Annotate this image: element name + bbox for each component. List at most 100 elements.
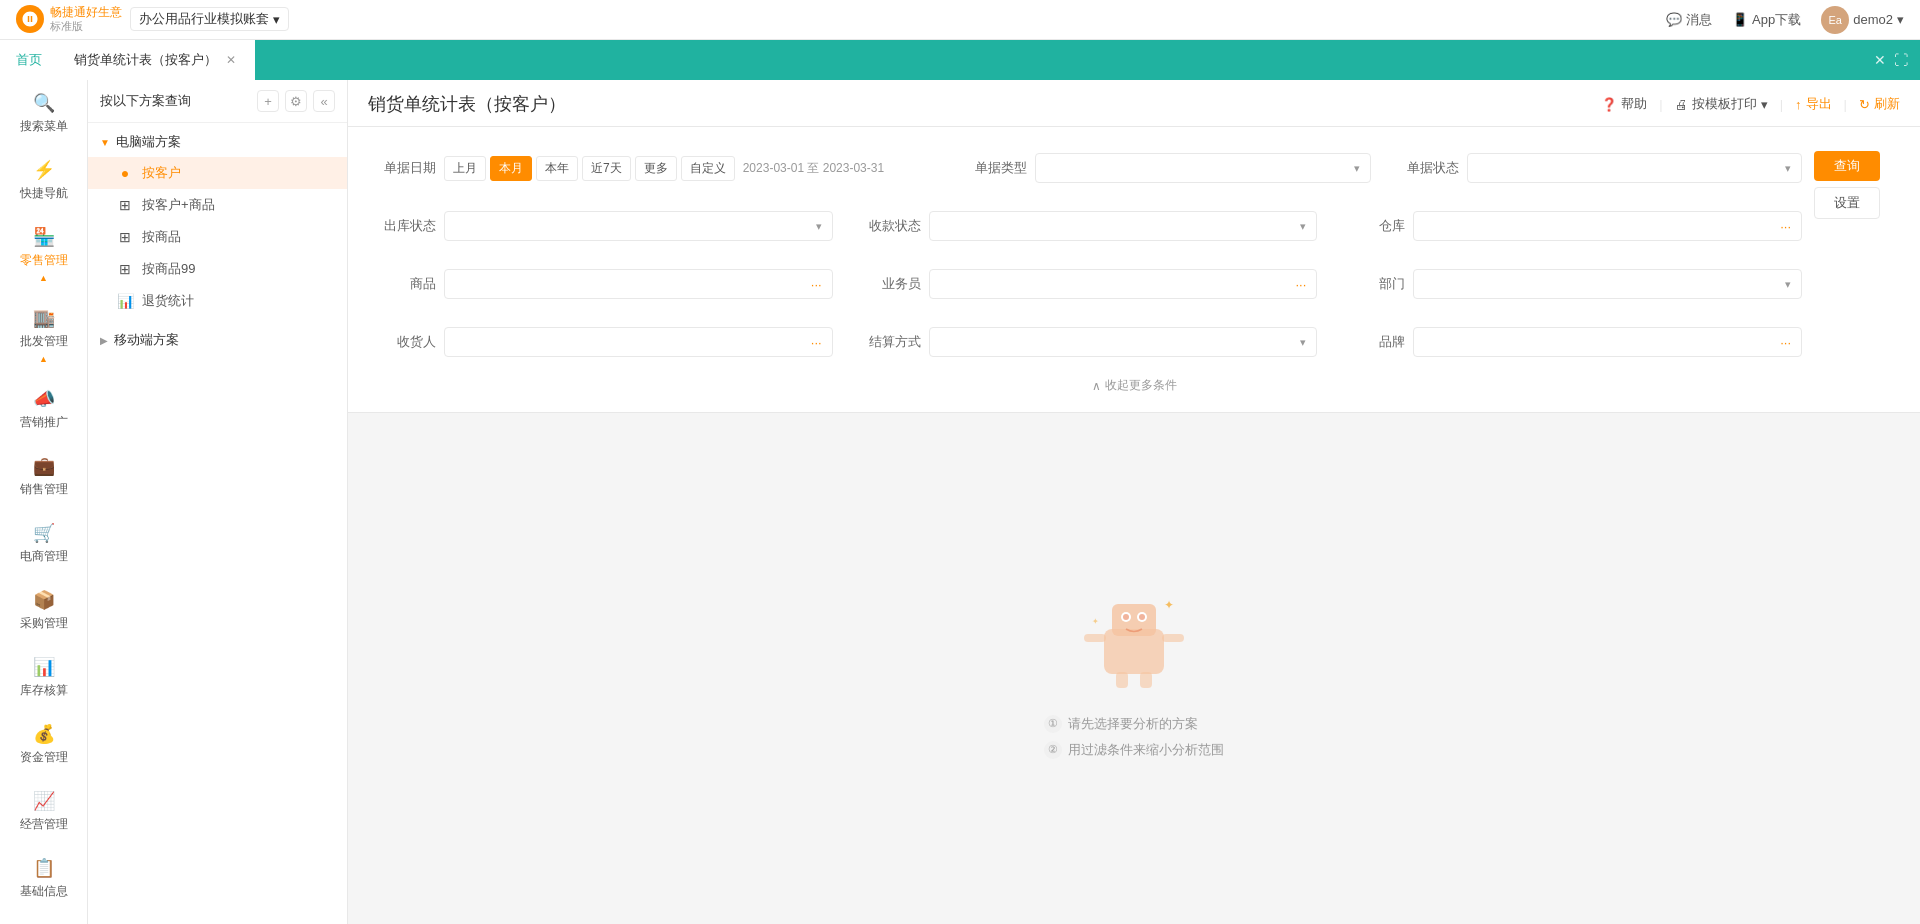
sidebar-item-system[interactable]: ⚙ 系统管理: [0, 912, 87, 924]
consignee-dots[interactable]: ···: [811, 335, 822, 350]
filter-date-cell: 单据日期 上月 本月 本年 近7天 更多 自定义 2023-03-01 至 20…: [368, 148, 951, 189]
scheme-settings-btn[interactable]: ⚙: [285, 90, 307, 112]
scheme-item-by-customer[interactable]: ● 按客户: [88, 157, 347, 189]
app-selector-label: 办公用品行业模拟账套: [139, 10, 269, 28]
doc-status-label: 单据状态: [1403, 159, 1459, 177]
dept-select[interactable]: ▾: [1413, 269, 1802, 299]
svg-rect-7: [1162, 634, 1184, 642]
print-btn[interactable]: 🖨 按模板打印 ▾: [1675, 95, 1768, 113]
svg-rect-6: [1084, 634, 1106, 642]
empty-svg: ✦ ✦: [1074, 579, 1194, 699]
collapse-up-icon: ∧: [1092, 379, 1101, 393]
payment-status-arrow: ▾: [1300, 220, 1306, 233]
sidebar-item-inventory[interactable]: 📊 库存核算: [0, 644, 87, 711]
settings-button[interactable]: 设置: [1814, 187, 1880, 219]
scheme-group-desktop: ▼ 电脑端方案 ● 按客户 ⊞ 按客户+商品 ⊞ 按商品 ⊞ 按商品99: [88, 123, 347, 321]
empty-tip-2: ② 用过滤条件来缩小分析范围: [1044, 741, 1224, 759]
page-header: 销货单统计表（按客户） ❓ 帮助 | 🖨 按模板打印 ▾ | ↑: [348, 80, 1920, 127]
export-label: 导出: [1806, 95, 1832, 113]
scheme-item-by-goods-99[interactable]: ⊞ 按商品99: [88, 253, 347, 285]
sidebar-item-basic[interactable]: 📋 基础信息: [0, 845, 87, 912]
date-more-btn[interactable]: 更多: [635, 156, 677, 181]
sidebar-item-quicknav[interactable]: ⚡ 快捷导航: [0, 147, 87, 214]
app-download-label: App下载: [1752, 11, 1801, 29]
tab-close-icon[interactable]: ✕: [223, 52, 239, 68]
expand-tab-btn[interactable]: ⛶: [1894, 52, 1908, 68]
date-range-display: 2023-03-01 至 2023-03-31: [743, 160, 884, 177]
search-icon: 🔍: [33, 92, 55, 114]
scheme-add-btn[interactable]: +: [257, 90, 279, 112]
tab-sales-stat[interactable]: 销货单统计表（按客户） ✕: [58, 40, 255, 80]
sidebar-item-search[interactable]: 🔍 搜索菜单: [0, 80, 87, 147]
date-last-7-btn[interactable]: 近7天: [582, 156, 631, 181]
goods-select[interactable]: ···: [444, 269, 833, 299]
goods-dots[interactable]: ···: [811, 277, 822, 292]
payment-method-select[interactable]: ▾: [929, 327, 1318, 357]
date-this-year-btn[interactable]: 本年: [536, 156, 578, 181]
tip-2-text: 用过滤条件来缩小分析范围: [1068, 741, 1224, 759]
sidebar-item-retail[interactable]: 🏪 零售管理 ▲: [0, 214, 87, 295]
svg-point-4: [1123, 614, 1129, 620]
payment-status-select[interactable]: ▾: [929, 211, 1318, 241]
scheme-item-by-goods[interactable]: ⊞ 按商品: [88, 221, 347, 253]
payment-method-label: 结算方式: [865, 333, 921, 351]
salesman-select[interactable]: ···: [929, 269, 1318, 299]
warehouse-dots[interactable]: ···: [1780, 219, 1791, 234]
collapse-more-btn[interactable]: ∧ 收起更多条件: [368, 371, 1900, 400]
brand-dots[interactable]: ···: [1780, 335, 1791, 350]
sidebar-item-ecommerce[interactable]: 🛒 电商管理: [0, 510, 87, 577]
by-customer-label: 按客户: [142, 164, 181, 182]
refresh-btn[interactable]: ↻ 刷新: [1859, 95, 1900, 113]
sidebar-basic-label: 基础信息: [20, 883, 68, 900]
tip-2-num: ②: [1044, 741, 1062, 759]
sidebar-item-sales[interactable]: 💼 销售管理: [0, 443, 87, 510]
scheme-group-mobile-title[interactable]: ▶ 移动端方案: [88, 325, 347, 355]
scheme-panel: 按以下方案查询 + ⚙ « ▼ 电脑端方案 ● 按客户 ⊞: [88, 80, 348, 924]
quicknav-icon: ⚡: [33, 159, 55, 181]
message-btn[interactable]: 💬 消息: [1666, 11, 1712, 29]
doc-type-select[interactable]: ▾: [1035, 153, 1370, 183]
date-custom-btn[interactable]: 自定义: [681, 156, 735, 181]
consignee-select[interactable]: ···: [444, 327, 833, 357]
export-btn[interactable]: ↑ 导出: [1795, 95, 1832, 113]
close-all-tabs-btn[interactable]: ✕: [1874, 52, 1886, 68]
ecommerce-icon: 🛒: [33, 522, 55, 544]
empty-illustration: ✦ ✦: [1074, 579, 1194, 699]
filter-salesman-cell: 业务员 ···: [853, 261, 1330, 307]
date-last-month-btn[interactable]: 上月: [444, 156, 486, 181]
sidebar-item-marketing[interactable]: 📣 营销推广: [0, 376, 87, 443]
tab-home[interactable]: 首页: [0, 40, 58, 80]
sidebar-purchase-label: 采购管理: [20, 615, 68, 632]
refresh-label: 刷新: [1874, 95, 1900, 113]
by-goods-99-icon: ⊞: [116, 260, 134, 278]
sidebar-item-wholesale[interactable]: 🏬 批发管理 ▲: [0, 295, 87, 376]
brand-select[interactable]: ···: [1413, 327, 1802, 357]
doc-status-select[interactable]: ▾: [1467, 153, 1802, 183]
salesman-dots[interactable]: ···: [1296, 277, 1307, 292]
topbar-right: 💬 消息 📱 App下载 Ea demo2 ▾: [1666, 6, 1904, 34]
filter-row-4: 收货人 ··· 结算方式 ▾: [368, 313, 1814, 371]
export-icon: ↑: [1795, 97, 1802, 112]
logo-text-area: 畅捷通好生意 标准版: [50, 5, 122, 34]
app-download-btn[interactable]: 📱 App下载: [1732, 11, 1801, 29]
app-selector[interactable]: 办公用品行业模拟账套 ▾: [130, 7, 289, 31]
query-button[interactable]: 查询: [1814, 151, 1880, 181]
out-status-select[interactable]: ▾: [444, 211, 833, 241]
warehouse-select[interactable]: ···: [1413, 211, 1802, 241]
sidebar-item-operation[interactable]: 📈 经营管理: [0, 778, 87, 845]
scheme-item-return-stat[interactable]: 📊 退货统计: [88, 285, 347, 317]
desktop-expand-icon: ▼: [100, 137, 110, 148]
content: 按以下方案查询 + ⚙ « ▼ 电脑端方案 ● 按客户 ⊞: [88, 80, 1920, 924]
scheme-item-by-customer-goods[interactable]: ⊞ 按客户+商品: [88, 189, 347, 221]
out-status-label: 出库状态: [380, 217, 436, 235]
date-this-month-btn[interactable]: 本月: [490, 156, 532, 181]
user-menu[interactable]: Ea demo2 ▾: [1821, 6, 1904, 34]
sidebar-inventory-label: 库存核算: [20, 682, 68, 699]
sidebar-item-purchase[interactable]: 📦 采购管理: [0, 577, 87, 644]
sidebar-operation-label: 经营管理: [20, 816, 68, 833]
help-btn[interactable]: ❓ 帮助: [1601, 95, 1647, 113]
svg-text:✦: ✦: [1092, 617, 1099, 626]
scheme-group-desktop-title[interactable]: ▼ 电脑端方案: [88, 127, 347, 157]
scheme-collapse-btn[interactable]: «: [313, 90, 335, 112]
sidebar-item-finance[interactable]: 💰 资金管理: [0, 711, 87, 778]
